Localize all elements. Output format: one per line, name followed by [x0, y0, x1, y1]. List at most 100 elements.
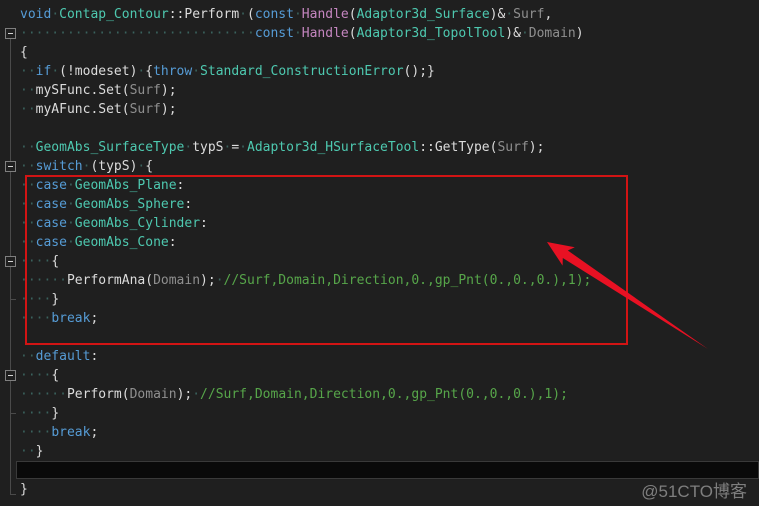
code-token: (!modeset) [59, 64, 138, 79]
code-token: { [51, 368, 60, 383]
fold-collapse-button[interactable] [5, 28, 16, 39]
watermark-text: @51CTO博客 [641, 482, 747, 501]
code-line[interactable]: ··default: [20, 347, 759, 366]
code-token: (typS) [90, 159, 138, 174]
whitespace-dots: · [293, 7, 302, 22]
code-token: myAFunc.Set( [35, 102, 130, 117]
code-token: ( [247, 7, 255, 22]
code-token: Domain [129, 387, 177, 402]
code-line[interactable]: ····} [20, 404, 759, 423]
code-token: } [20, 482, 28, 497]
code-token: , [544, 7, 553, 22]
scope-end-tick [10, 413, 16, 414]
code-token: if [35, 64, 52, 79]
code-token: } [51, 406, 60, 421]
code-token: { [20, 45, 28, 60]
code-line[interactable] [20, 119, 759, 138]
code-token: ( [348, 26, 357, 41]
code-token: Surf [129, 83, 161, 98]
code-token: ();} [403, 64, 435, 79]
whitespace-dots: · [192, 387, 201, 402]
code-token: ); [528, 140, 545, 155]
whitespace-dots: ···· [20, 368, 52, 383]
code-token: //Surf,Domain,Direction,0.,gp_Pnt(0.,0.,… [200, 387, 568, 402]
whitespace-dots: ·· [20, 159, 36, 174]
whitespace-dots: · [505, 7, 514, 22]
code-token: Adaptor3d_HSurfaceTool [247, 140, 420, 155]
whitespace-dots: · [520, 26, 529, 41]
minus-icon [8, 261, 13, 262]
fold-collapse-button[interactable] [5, 370, 16, 381]
annotation-rectangle [25, 175, 628, 345]
code-token: { [145, 159, 154, 174]
code-token: Standard_ConstructionError [200, 64, 404, 79]
code-token: { [145, 64, 154, 79]
code-token: throw [153, 64, 193, 79]
whitespace-dots: ···· [20, 425, 52, 440]
code-token: const [254, 26, 294, 41]
scope-end-tick [10, 494, 16, 495]
scope-end-tick [10, 299, 16, 300]
whitespace-dots: ······························ [20, 26, 255, 41]
code-token: Domain [528, 26, 576, 41]
whitespace-dots: ·· [20, 64, 36, 79]
fold-collapse-button[interactable] [5, 161, 16, 172]
code-token: ); [160, 83, 177, 98]
whitespace-dots: · [239, 7, 247, 22]
code-token: ( [348, 7, 357, 22]
code-line[interactable]: ··mySFunc.Set(Surf); [20, 81, 759, 100]
code-token: } [35, 444, 44, 459]
whitespace-dots: ·· [20, 349, 36, 364]
code-line[interactable]: ··myAFunc.Set(Surf); [20, 100, 759, 119]
code-token: void [20, 7, 52, 22]
code-line[interactable]: ······Perform(Domain);·//Surf,Domain,Dir… [20, 385, 759, 404]
whitespace-dots: ·· [20, 83, 36, 98]
code-token: Handle [301, 7, 349, 22]
code-line[interactable]: ··if·(!modeset)·{throw·Standard_Construc… [20, 62, 759, 81]
code-token: ::GetType( [419, 140, 498, 155]
whitespace-dots: ·· [20, 444, 36, 459]
code-token: ); [160, 102, 177, 117]
whitespace-dots: · [239, 140, 247, 155]
code-line[interactable]: { [20, 43, 759, 62]
code-token: GeomAbs_SurfaceType [35, 140, 185, 155]
whitespace-dots: · [51, 64, 60, 79]
code-token: ::Perform [168, 7, 240, 22]
whitespace-dots: · [192, 64, 201, 79]
code-token: Surf [513, 7, 545, 22]
code-token: Perform( [66, 387, 130, 402]
whitespace-dots: ·· [20, 102, 36, 117]
minus-icon [8, 33, 13, 34]
minus-icon [8, 166, 13, 167]
code-token: = [231, 140, 240, 155]
code-line[interactable]: ····{ [20, 366, 759, 385]
code-line[interactable]: ····break; [20, 423, 759, 442]
code-line[interactable]: ··switch·(typS)·{ [20, 157, 759, 176]
code-line[interactable]: ··GeomAbs_SurfaceType·typS·=·Adaptor3d_H… [20, 138, 759, 157]
whitespace-dots: ·· [20, 140, 36, 155]
code-editor[interactable]: void·Contap_Contour::Perform·(const·Hand… [0, 0, 759, 506]
code-token: mySFunc.Set( [35, 83, 130, 98]
fold-collapse-button[interactable] [5, 256, 16, 267]
code-token: ) [575, 26, 584, 41]
code-token: const [254, 7, 294, 22]
code-token: break [51, 425, 91, 440]
code-token: Surf [129, 102, 161, 117]
code-token: default [35, 349, 91, 364]
code-token: )& [505, 26, 521, 41]
code-line[interactable]: ······························const·Hand… [20, 24, 759, 43]
code-line[interactable]: ··} [20, 442, 759, 461]
minus-icon [8, 375, 13, 376]
whitespace-dots: ···· [20, 406, 52, 421]
code-token: Adaptor3d_TopolTool [356, 26, 506, 41]
code-token: ); [176, 387, 193, 402]
whitespace-dots: · [51, 7, 60, 22]
code-token: Surf [497, 140, 529, 155]
code-line[interactable]: void·Contap_Contour::Perform·(const·Hand… [20, 5, 759, 24]
code-token: )& [489, 7, 506, 22]
code-token: typS [192, 140, 224, 155]
whitespace-dots: · [293, 26, 302, 41]
code-token: ; [90, 425, 99, 440]
code-token: : [90, 349, 99, 364]
code-token: Adaptor3d_Surface [356, 7, 490, 22]
